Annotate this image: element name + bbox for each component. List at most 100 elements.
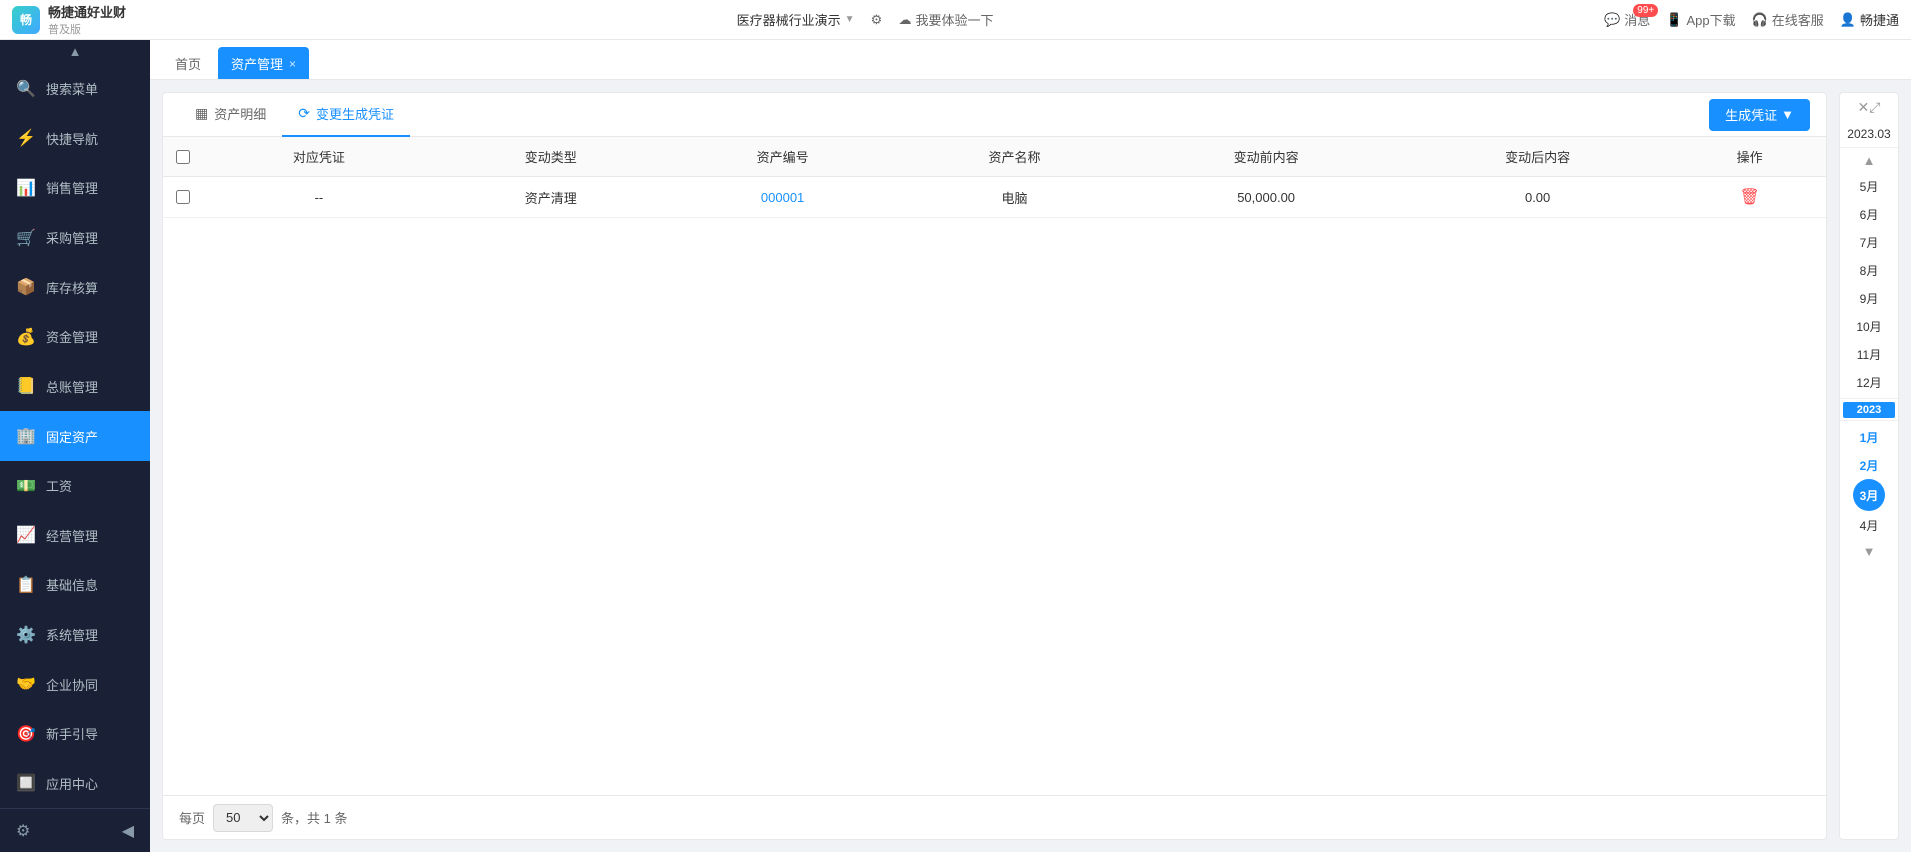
collapse-icon[interactable]: ◀ [122, 821, 134, 841]
cal-month-12[interactable]: 12月 [1840, 368, 1898, 396]
row-asset-name: 电脑 [899, 177, 1131, 218]
content-area: 首页 资产管理 × ▦ 资产明细 ⟳ [150, 40, 1911, 852]
sidebar-label-search: 搜索菜单 [46, 79, 98, 98]
settings-bottom-icon[interactable]: ⚙ [16, 821, 30, 841]
sidebar-item-system[interactable]: ⚙️ 系统管理 [0, 610, 150, 660]
sidebar-item-enterprise[interactable]: 🤝 企业协同 [0, 659, 150, 709]
fixed-assets-icon: 🏢 [16, 426, 36, 446]
page-content: ▦ 资产明细 ⟳ 变更生成凭证 生成凭证 ▼ [150, 80, 1911, 852]
row-action-cell: 🗑 [1673, 177, 1826, 218]
app-name: 畅捷通好业财 [48, 2, 126, 21]
table-footer: 每页 10 20 50 100 条，共 1 条 [163, 795, 1826, 839]
messages-button[interactable]: 💬 消息 99+ [1604, 10, 1650, 29]
user-profile[interactable]: 👤 畅捷通 [1840, 10, 1899, 29]
cal-month-4[interactable]: 4月 [1840, 511, 1898, 539]
sidebar: ▲ 🔍 搜索菜单 ⚡ 快捷导航 📊 销售管理 🛒 采购管理 📦 库存核算 💰 资… [0, 40, 150, 852]
close-icon: ✕ [1858, 99, 1870, 116]
feedback-button[interactable]: ☁ 我要体验一下 [898, 10, 993, 29]
sidebar-scroll-up[interactable]: ▲ [0, 40, 150, 64]
app-name-container: 畅捷通好业财 普及版 [48, 2, 126, 37]
sub-tabs: ▦ 资产明细 ⟳ 变更生成凭证 生成凭证 ▼ [163, 93, 1826, 137]
sidebar-item-finance[interactable]: 💰 资金管理 [0, 312, 150, 362]
search-icon: 🔍 [16, 79, 36, 99]
per-page-label: 每页 [179, 808, 205, 827]
guide-icon: 🎯 [16, 724, 36, 744]
generate-btn-label: 生成凭证 [1725, 105, 1777, 124]
sidebar-label-payroll: 工资 [46, 476, 72, 495]
purchase-icon: 🛒 [16, 228, 36, 248]
sidebar-label-finance: 资金管理 [46, 327, 98, 346]
sidebar-item-operations[interactable]: 📈 经营管理 [0, 510, 150, 560]
app-logo: 畅 [12, 6, 40, 34]
sidebar-label-app-center: 应用中心 [46, 774, 98, 793]
right-panel: ✕ ⤢ 2023.03 ▲ 5月 6月 7月 8月 9月 10月 11月 12月… [1839, 92, 1899, 840]
select-all-checkbox[interactable] [176, 150, 190, 164]
col-voucher: 对应凭证 [203, 137, 435, 177]
sidebar-item-payroll[interactable]: 💵 工资 [0, 461, 150, 511]
cal-year-section: 2023 [1840, 401, 1898, 418]
calendar-scroll-down[interactable]: ▼ [1840, 539, 1898, 563]
customer-service-label: 在线客服 [1772, 10, 1824, 29]
sidebar-item-quick-nav[interactable]: ⚡ 快捷导航 [0, 113, 150, 163]
chevron-down-icon: ▼ [845, 14, 855, 25]
row-after: 0.00 [1402, 177, 1674, 218]
sidebar-item-inventory[interactable]: 📦 库存核算 [0, 262, 150, 312]
sidebar-item-fixed-assets[interactable]: 🏢 固定资产 [0, 411, 150, 461]
tab-change-voucher-label: 变更生成凭证 [316, 104, 394, 123]
data-table: 对应凭证 变动类型 资产编号 资产名称 变动前内容 变动后内容 操作 [163, 137, 1826, 218]
enterprise-icon: 🤝 [16, 674, 36, 694]
tab-change-voucher[interactable]: ⟳ 变更生成凭证 [282, 93, 410, 137]
tab-close-icon[interactable]: × [289, 57, 296, 71]
col-change-type: 变动类型 [435, 137, 667, 177]
tab-asset-detail-label: 资产明细 [214, 104, 266, 123]
app-download-button[interactable]: 📱 App下载 [1666, 10, 1735, 29]
calendar-close-button[interactable]: ✕ ⤢ [1840, 93, 1898, 121]
cal-month-2[interactable]: 2月 [1840, 451, 1898, 479]
main-panel: ▦ 资产明细 ⟳ 变更生成凭证 生成凭证 ▼ [162, 92, 1827, 840]
row-checkbox[interactable] [176, 190, 190, 204]
row-asset-code[interactable]: 000001 [667, 177, 899, 218]
cal-month-8[interactable]: 8月 [1840, 256, 1898, 284]
sidebar-item-basic-info[interactable]: 📋 基础信息 [0, 560, 150, 610]
cal-month-5[interactable]: 5月 [1840, 172, 1898, 200]
sidebar-item-ledger[interactable]: 📒 总账管理 [0, 362, 150, 412]
username: 畅捷通 [1860, 10, 1899, 29]
app-edition: 普及版 [48, 21, 126, 37]
per-page-select[interactable]: 10 20 50 100 [213, 804, 273, 832]
cal-month-3-active[interactable]: 3月 [1853, 479, 1885, 511]
header-right: 💬 消息 99+ 📱 App下载 🎧 在线客服 👤 畅捷通 [1604, 10, 1899, 29]
sidebar-label-system: 系统管理 [46, 625, 98, 644]
customer-service-button[interactable]: 🎧 在线客服 [1752, 10, 1824, 29]
sidebar-item-guide[interactable]: 🎯 新手引导 [0, 709, 150, 759]
tab-asset-management[interactable]: 资产管理 × [218, 47, 309, 79]
cal-month-9[interactable]: 9月 [1840, 284, 1898, 312]
cal-month-1[interactable]: 1月 [1840, 423, 1898, 451]
cal-month-6[interactable]: 6月 [1840, 200, 1898, 228]
cloud-icon: ☁ [898, 12, 911, 28]
sidebar-item-app-center[interactable]: 🔲 应用中心 [0, 759, 150, 809]
tab-asset-management-label: 资产管理 [231, 54, 283, 73]
tab-home[interactable]: 首页 [162, 47, 214, 79]
col-asset-code: 资产编号 [667, 137, 899, 177]
delete-button[interactable]: 🗑 [1740, 189, 1760, 206]
finance-icon: 💰 [16, 327, 36, 347]
cal-month-11[interactable]: 11月 [1840, 340, 1898, 368]
cal-year-badge[interactable]: 2023 [1843, 402, 1895, 418]
sidebar-item-sales[interactable]: 📊 销售管理 [0, 163, 150, 213]
cal-month-7[interactable]: 7月 [1840, 228, 1898, 256]
settings-icon[interactable]: ⚙ [862, 6, 890, 34]
sidebar-item-purchase[interactable]: 🛒 采购管理 [0, 213, 150, 263]
company-name: 医疗器械行业演示 [737, 10, 841, 29]
calendar-scroll-up[interactable]: ▲ [1840, 148, 1898, 172]
company-selector[interactable]: 医疗器械行业演示 ▼ [737, 10, 855, 29]
sub-tabs-left: ▦ 资产明细 ⟳ 变更生成凭证 [179, 93, 410, 137]
ledger-icon: 📒 [16, 376, 36, 396]
col-before: 变动前内容 [1130, 137, 1402, 177]
sidebar-item-search[interactable]: 🔍 搜索菜单 [0, 64, 150, 114]
cal-month-10[interactable]: 10月 [1840, 312, 1898, 340]
sidebar-label-purchase: 采购管理 [46, 228, 98, 247]
expand-icon: ⤢ [1869, 99, 1880, 116]
tab-bar: 首页 资产管理 × [150, 40, 1911, 80]
tab-asset-detail[interactable]: ▦ 资产明细 [179, 93, 282, 137]
generate-voucher-button[interactable]: 生成凭证 ▼ [1709, 99, 1810, 131]
